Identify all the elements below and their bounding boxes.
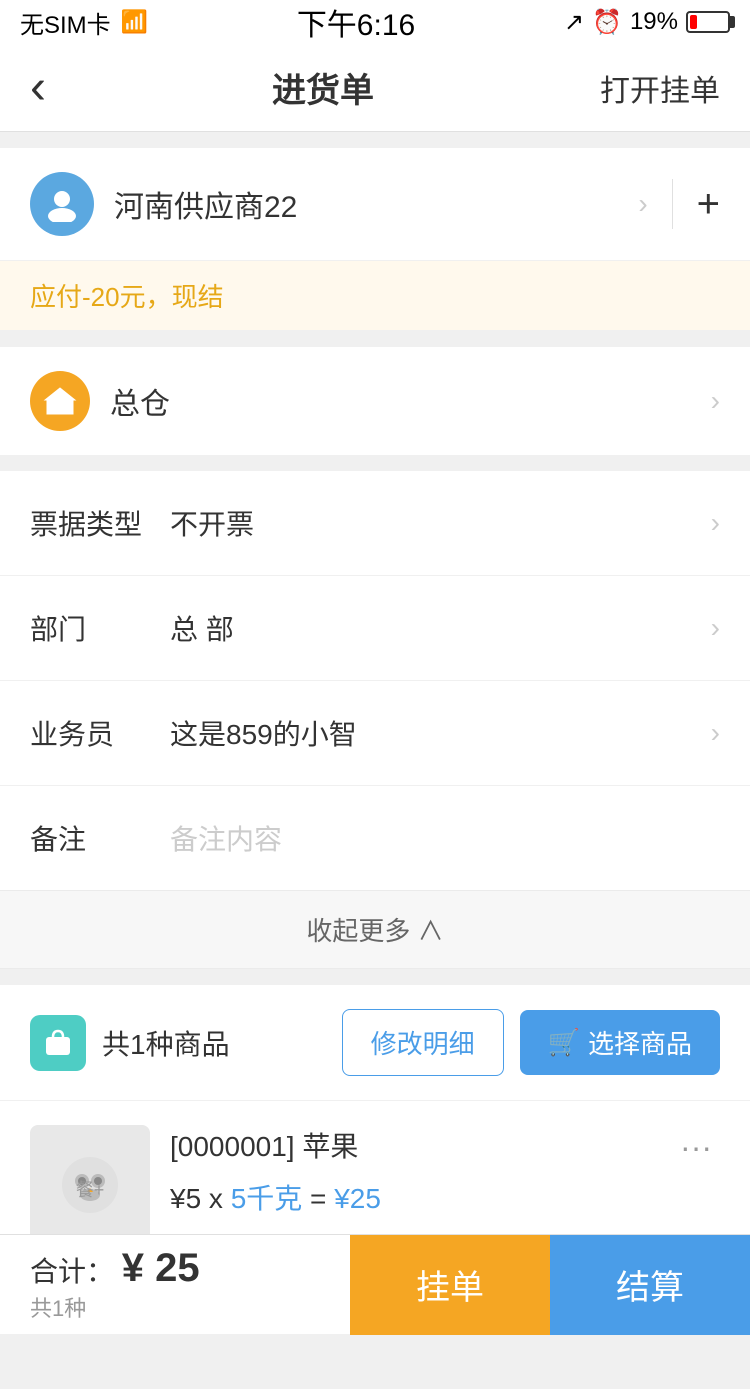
dept-row[interactable]: 部门 总 部 › xyxy=(0,575,750,680)
notice-text: 应付-20元，现结 xyxy=(30,282,224,312)
remark-row[interactable]: 备注 备注内容 xyxy=(0,785,750,890)
notice-bar: 应付-20元，现结 xyxy=(0,261,750,331)
nav-bar: ‹ 进货单 打开挂单 xyxy=(0,44,750,132)
product-price: ¥5 x 5千克 = ¥25 xyxy=(170,1177,652,1217)
salesperson-row[interactable]: 业务员 这是859的小智 › xyxy=(0,680,750,785)
home-icon xyxy=(43,386,77,416)
status-bar: 无SIM卡 📶 下午6:16 ↗ ⏰ 19% xyxy=(0,0,750,44)
warehouse-name: 总仓 xyxy=(110,379,711,423)
add-button[interactable]: + xyxy=(697,182,720,227)
more-button[interactable]: ··· xyxy=(672,1125,720,1170)
footer-total: 合计： ¥ 25 共1种 xyxy=(0,1246,350,1323)
section-gap-2 xyxy=(0,331,750,347)
products-icon xyxy=(30,1015,86,1071)
supplier-name: 河南供应商22 xyxy=(114,182,638,226)
status-left: 无SIM卡 📶 xyxy=(20,5,148,40)
quantity-value: 5千克 xyxy=(231,1183,303,1214)
battery-percent: 19% xyxy=(630,8,678,36)
total-sub-label: 共1种 xyxy=(30,1291,320,1323)
checkout-button[interactable]: 结算 xyxy=(550,1235,750,1335)
back-button[interactable]: ‹ xyxy=(30,60,46,115)
product-code: [0000001] xyxy=(170,1131,302,1162)
ticket-label: 票据类型 xyxy=(30,503,170,543)
salesperson-label: 业务员 xyxy=(30,713,170,753)
hang-button[interactable]: 挂单 xyxy=(350,1235,550,1335)
time-label: 下午6:16 xyxy=(297,0,415,44)
cart-icon: 🛒 xyxy=(548,1027,580,1058)
footer: 合计： ¥ 25 共1种 挂单 结算 xyxy=(0,1234,750,1334)
wifi-icon: 📶 xyxy=(121,9,148,35)
supplier-arrow-icon: › xyxy=(638,188,647,220)
products-card: 共1种商品 修改明细 🛒 选择商品 餐+ [0000001] 苹果 xyxy=(0,985,750,1269)
ticket-row[interactable]: 票据类型 不开票 › xyxy=(0,471,750,575)
select-product-button[interactable]: 🛒 选择商品 xyxy=(520,1010,720,1075)
total-amount: ¥ 25 xyxy=(122,1246,200,1290)
warehouse-card: 总仓 › xyxy=(0,347,750,455)
open-hang-button[interactable]: 打开挂单 xyxy=(600,66,720,110)
product-title: 苹果 xyxy=(302,1131,358,1162)
warehouse-row[interactable]: 总仓 › xyxy=(0,347,750,455)
total-value: ¥25 xyxy=(334,1183,381,1214)
bag-icon xyxy=(42,1027,74,1059)
total-label: 合计： xyxy=(30,1256,114,1287)
page-title: 进货单 xyxy=(272,63,374,112)
salesperson-arrow-icon: › xyxy=(711,717,720,749)
salesperson-value: 这是859的小智 xyxy=(170,713,711,753)
owl-label: 餐+ xyxy=(76,1176,105,1202)
alarm-icon: ⏰ xyxy=(592,8,622,37)
price-value: ¥5 x xyxy=(170,1183,231,1214)
section-gap-3 xyxy=(0,455,750,471)
status-right: ↗ ⏰ 19% xyxy=(564,8,730,37)
products-header: 共1种商品 修改明细 🛒 选择商品 xyxy=(0,985,750,1100)
remark-label: 备注 xyxy=(30,818,170,858)
total-row: 合计： ¥ 25 xyxy=(30,1246,320,1291)
supplier-divider xyxy=(672,179,673,229)
supplier-row[interactable]: 河南供应商22 › + xyxy=(0,148,750,261)
warehouse-icon xyxy=(30,371,90,431)
section-gap-1 xyxy=(0,132,750,148)
supplier-card: 河南供应商22 › + 应付-20元，现结 xyxy=(0,148,750,331)
location-icon: ↗ xyxy=(564,8,584,37)
select-product-label: 选择商品 xyxy=(588,1024,692,1061)
products-count: 共1种商品 xyxy=(102,1023,326,1063)
form-card: 票据类型 不开票 › 部门 总 部 › 业务员 这是859的小智 › 备注 备注… xyxy=(0,471,750,890)
collapse-bar[interactable]: 收起更多 ∧ xyxy=(0,890,750,969)
edit-detail-button[interactable]: 修改明细 xyxy=(342,1009,504,1076)
product-thumbnail: 餐+ xyxy=(30,1125,150,1245)
product-info: [0000001] 苹果 ¥5 x 5千克 = ¥25 xyxy=(170,1125,652,1217)
carrier-label: 无SIM卡 xyxy=(20,5,111,40)
battery-icon xyxy=(686,11,730,33)
ticket-value: 不开票 xyxy=(170,503,711,543)
person-icon xyxy=(44,186,80,222)
section-gap-4 xyxy=(0,969,750,985)
avatar xyxy=(30,172,94,236)
product-name: [0000001] 苹果 xyxy=(170,1125,652,1165)
warehouse-arrow-icon: › xyxy=(711,385,720,417)
equals-sign: = xyxy=(302,1183,334,1214)
dept-value: 总 部 xyxy=(170,608,711,648)
ticket-arrow-icon: › xyxy=(711,507,720,539)
dept-arrow-icon: › xyxy=(711,612,720,644)
collapse-label: 收起更多 ∧ xyxy=(306,916,443,946)
remark-input[interactable]: 备注内容 xyxy=(170,818,720,858)
dept-label: 部门 xyxy=(30,608,170,648)
